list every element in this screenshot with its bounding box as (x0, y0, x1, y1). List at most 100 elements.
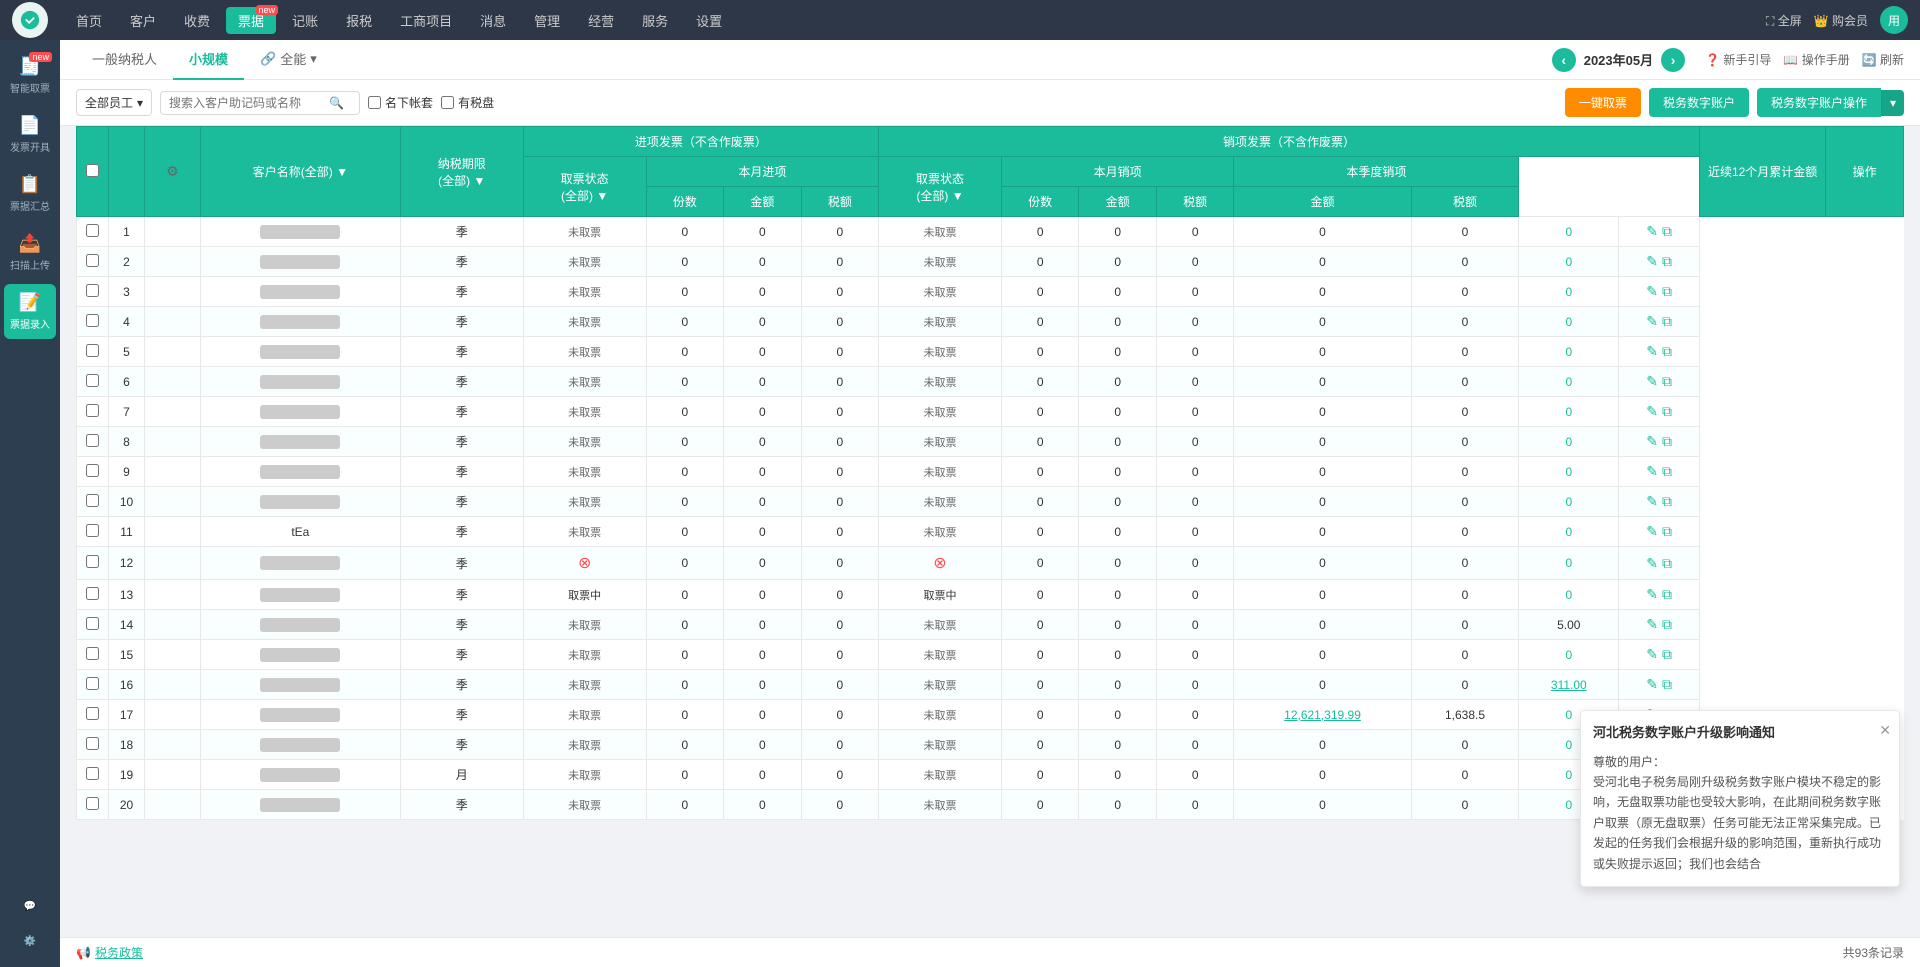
sidebar-settings-btn[interactable]: ⚙️ (4, 928, 56, 955)
member-btn[interactable]: 👑 购会员 (1814, 12, 1868, 29)
prev-period-btn[interactable]: ‹ (1552, 48, 1576, 72)
employee-filter[interactable]: 全部员工 ▾ (76, 89, 152, 116)
edit-action-icon[interactable]: ✎ (1646, 523, 1658, 539)
nav-service[interactable]: 服务 (630, 7, 680, 34)
edit-action-icon[interactable]: ✎ (1646, 433, 1658, 449)
nav-home[interactable]: 首页 (64, 7, 114, 34)
row-checkbox[interactable] (86, 555, 99, 568)
search-box[interactable]: 🔍 (160, 91, 360, 115)
copy-action-icon[interactable]: ⧉ (1662, 433, 1672, 449)
new-guide-btn[interactable]: ❓ 新手引导 (1705, 51, 1771, 68)
copy-action-icon[interactable]: ⧉ (1662, 373, 1672, 389)
fullscreen-btn[interactable]: ⛶ 全屏 (1766, 12, 1802, 29)
row-checkbox[interactable] (86, 224, 99, 237)
sidebar-item-invoice-summary[interactable]: 📋 票据汇总 (4, 166, 56, 221)
tab-small-scale[interactable]: 小规模 (173, 40, 244, 80)
copy-action-icon[interactable]: ⧉ (1662, 313, 1672, 329)
account-checkbox[interactable] (368, 96, 381, 109)
nav-message[interactable]: 消息 (468, 7, 518, 34)
nav-operation[interactable]: 经营 (576, 7, 626, 34)
tab-general-taxpayer[interactable]: 一般纳税人 (76, 40, 173, 80)
row-checkbox[interactable] (86, 374, 99, 387)
row-checkbox[interactable] (86, 344, 99, 357)
tab-all[interactable]: 🔗 全能 ▾ (244, 40, 333, 80)
row-checkbox[interactable] (86, 434, 99, 447)
edit-action-icon[interactable]: ✎ (1646, 493, 1658, 509)
sidebar-item-invoice-open[interactable]: 📄 发票开具 (4, 107, 56, 162)
sidebar-chat-btn[interactable]: 💬 (4, 893, 56, 920)
copy-action-icon[interactable]: ⧉ (1662, 646, 1672, 662)
checkbox-tax-disk[interactable]: 有税盘 (441, 94, 494, 111)
row-checkbox[interactable] (86, 494, 99, 507)
row-checkbox[interactable] (86, 707, 99, 720)
sidebar-item-invoice-entry[interactable]: 📝 票据录入 (4, 284, 56, 339)
nav-business[interactable]: 工商项目 (388, 7, 464, 34)
edit-action-icon[interactable]: ✎ (1646, 586, 1658, 602)
edit-action-icon[interactable]: ✎ (1646, 373, 1658, 389)
edit-action-icon[interactable]: ✎ (1646, 646, 1658, 662)
row-checkbox[interactable] (86, 737, 99, 750)
nav-bookkeeping[interactable]: 记账 (280, 7, 330, 34)
sidebar-item-smart-invoice[interactable]: new 🧾 智能取票 (4, 48, 56, 103)
nav-manage[interactable]: 管理 (522, 7, 572, 34)
row-checkbox[interactable] (86, 464, 99, 477)
copy-action-icon[interactable]: ⧉ (1662, 463, 1672, 479)
notification-close-btn[interactable]: ✕ (1879, 719, 1891, 741)
row-checkbox[interactable] (86, 587, 99, 600)
copy-action-icon[interactable]: ⧉ (1662, 676, 1672, 692)
nav-settings[interactable]: 设置 (684, 7, 734, 34)
copy-action-icon[interactable]: ⧉ (1662, 523, 1672, 539)
user-avatar[interactable]: 用 (1880, 6, 1908, 34)
edit-action-icon[interactable]: ✎ (1646, 313, 1658, 329)
copy-action-icon[interactable]: ⧉ (1662, 493, 1672, 509)
digital-account-ops-btn[interactable]: 税务数字账户操作 (1757, 88, 1881, 117)
copy-action-icon[interactable]: ⧉ (1662, 403, 1672, 419)
copy-action-icon[interactable]: ⧉ (1662, 555, 1672, 571)
tax-disk-checkbox[interactable] (441, 96, 454, 109)
edit-action-icon[interactable]: ✎ (1646, 616, 1658, 632)
row-checkbox[interactable] (86, 617, 99, 630)
copy-action-icon[interactable]: ⧉ (1662, 586, 1672, 602)
edit-action-icon[interactable]: ✎ (1646, 463, 1658, 479)
row-checkbox[interactable] (86, 284, 99, 297)
row-checkbox[interactable] (86, 797, 99, 810)
edit-action-icon[interactable]: ✎ (1646, 223, 1658, 239)
copy-action-icon[interactable]: ⧉ (1662, 223, 1672, 239)
q-amount-val[interactable]: 12,621,319.99 (1284, 708, 1361, 722)
select-all-checkbox[interactable] (86, 164, 99, 177)
copy-action-icon[interactable]: ⧉ (1662, 283, 1672, 299)
checkbox-account[interactable]: 名下帐套 (368, 94, 433, 111)
month12-val[interactable]: 311.00 (1551, 678, 1587, 692)
search-input[interactable] (169, 96, 329, 110)
column-settings-icon[interactable]: ⚙ (166, 163, 179, 179)
edit-action-icon[interactable]: ✎ (1646, 343, 1658, 359)
nav-fee[interactable]: 收费 (172, 7, 222, 34)
row-checkbox[interactable] (86, 524, 99, 537)
copy-action-icon[interactable]: ⧉ (1662, 253, 1672, 269)
row-checkbox[interactable] (86, 767, 99, 780)
manual-btn[interactable]: 📖 操作手册 (1783, 51, 1849, 68)
next-period-btn[interactable]: › (1661, 48, 1685, 72)
edit-action-icon[interactable]: ✎ (1646, 555, 1658, 571)
digital-account-ops-arrow[interactable]: ▾ (1881, 90, 1904, 116)
edit-action-icon[interactable]: ✎ (1646, 403, 1658, 419)
digital-account-btn[interactable]: 税务数字账户 (1649, 88, 1749, 117)
nav-invoice[interactable]: 票据 new (226, 7, 276, 34)
one-click-invoice-btn[interactable]: 一键取票 (1565, 88, 1641, 117)
copy-action-icon[interactable]: ⧉ (1662, 343, 1672, 359)
nav-tax[interactable]: 报税 (334, 7, 384, 34)
edit-action-icon[interactable]: ✎ (1646, 283, 1658, 299)
copy-action-icon[interactable]: ⧉ (1662, 616, 1672, 632)
tax-policy-link[interactable]: 税务政策 (95, 944, 143, 961)
row-checkbox[interactable] (86, 647, 99, 660)
row-checkbox[interactable] (86, 404, 99, 417)
edit-action-icon[interactable]: ✎ (1646, 676, 1658, 692)
row-checkbox[interactable] (86, 254, 99, 267)
search-icon[interactable]: 🔍 (329, 96, 344, 110)
nav-customer[interactable]: 客户 (118, 7, 168, 34)
sidebar-item-scan-upload[interactable]: 📤 扫描上传 (4, 225, 56, 280)
edit-action-icon[interactable]: ✎ (1646, 253, 1658, 269)
refresh-btn[interactable]: 🔄 刷新 (1862, 51, 1904, 68)
row-checkbox[interactable] (86, 677, 99, 690)
row-checkbox[interactable] (86, 314, 99, 327)
